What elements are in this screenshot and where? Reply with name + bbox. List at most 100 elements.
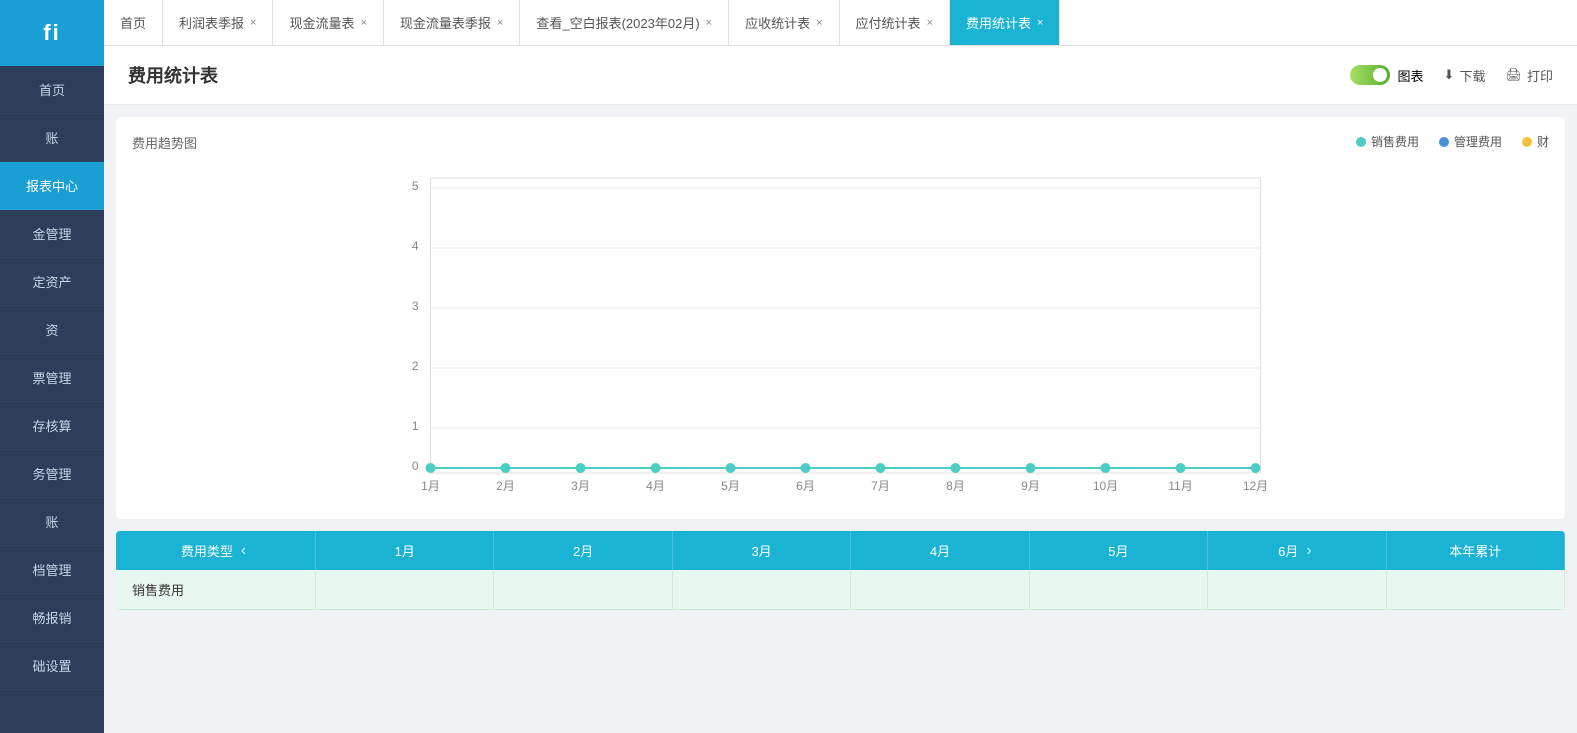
chart-svg-wrapper: 5 4 3 2 1 0 (132, 160, 1549, 503)
tab-receivable[interactable]: 应收统计表 × (729, 0, 839, 45)
col-month-4: 4月 (851, 531, 1029, 570)
row-m5 (1030, 570, 1208, 609)
svg-text:0: 0 (412, 459, 419, 473)
sidebar-item-expense[interactable]: 畅报销 (0, 594, 104, 642)
table-row: 销售费用 (116, 570, 1565, 610)
bottom-table: 费用类型 ‹ 1月 2月 3月 4月 5月 (116, 531, 1565, 610)
chart-point (1101, 463, 1111, 473)
tab-profit-quarterly[interactable]: 利润表季报 × (163, 0, 273, 45)
print-button[interactable]: 🖨 打印 (1505, 66, 1553, 85)
page-header: 费用统计表 图表 ⬇ 下载 🖨 打印 (104, 46, 1577, 105)
svg-text:7月: 7月 (871, 479, 890, 493)
legend-sales-label: 销售费用 (1371, 133, 1419, 150)
svg-text:8月: 8月 (946, 479, 965, 493)
chart-toggle[interactable] (1350, 65, 1390, 85)
chart-point (726, 463, 736, 473)
prev-arrow[interactable]: ‹ (237, 542, 250, 560)
tab-home[interactable]: 首页 (104, 0, 163, 45)
sidebar-item-home[interactable]: 首页 (0, 66, 104, 114)
svg-text:3月: 3月 (571, 479, 590, 493)
svg-text:3: 3 (412, 299, 419, 313)
tab-cashflow-quarterly[interactable]: 现金流量表季报 × (384, 0, 520, 45)
chart-point (951, 463, 961, 473)
row-m3 (673, 570, 851, 609)
page-title: 费用统计表 (128, 62, 218, 88)
main-area: 首页 利润表季报 × 现金流量表 × 现金流量表季报 × 查看_空白报表(202… (104, 0, 1577, 733)
row-ytd (1387, 570, 1565, 609)
legend-admin: 管理费用 (1439, 133, 1502, 150)
tab-blank-report-label: 查看_空白报表(2023年02月) (536, 13, 699, 32)
svg-text:2: 2 (412, 359, 419, 373)
sidebar-item-capital[interactable]: 资 (0, 306, 104, 354)
download-button[interactable]: ⬇ 下载 (1444, 66, 1486, 85)
sidebar-item-invoice[interactable]: 票管理 (0, 354, 104, 402)
sidebar-item-settings[interactable]: 础设置 (0, 642, 104, 690)
svg-text:6月: 6月 (796, 479, 815, 493)
legend-finance-label: 财 (1537, 133, 1549, 150)
tab-expense-label: 费用统计表 (966, 13, 1031, 32)
tab-bar: 首页 利润表季报 × 现金流量表 × 现金流量表季报 × 查看_空白报表(202… (104, 0, 1577, 46)
col-month-5: 5月 (1030, 531, 1208, 570)
print-label: 打印 (1527, 66, 1553, 85)
sidebar-item-assets[interactable]: 定资产 (0, 258, 104, 306)
col-ytd: 本年累计 (1387, 531, 1565, 570)
svg-text:1月: 1月 (421, 479, 440, 493)
tab-receivable-label: 应收统计表 (745, 13, 810, 32)
chart-title: 费用趋势图 (132, 133, 197, 152)
sidebar-logo: fi (0, 0, 104, 66)
sidebar-item-reports[interactable]: 报表中心 (0, 162, 104, 210)
header-actions: 图表 ⬇ 下载 🖨 打印 (1350, 65, 1553, 85)
sidebar-item-archive[interactable]: 档管理 (0, 546, 104, 594)
col-month-2: 2月 (494, 531, 672, 570)
tab-expense[interactable]: 费用统计表 × (950, 0, 1060, 45)
svg-text:5: 5 (412, 179, 419, 193)
tab-home-label: 首页 (120, 13, 146, 32)
svg-text:11月: 11月 (1168, 479, 1192, 493)
legend-admin-dot (1439, 137, 1449, 147)
row-type: 销售费用 (116, 570, 316, 609)
tab-payable-label: 应付统计表 (856, 13, 921, 32)
download-label: 下载 (1459, 66, 1485, 85)
legend-finance: 财 (1522, 133, 1549, 150)
svg-text:4月: 4月 (646, 479, 665, 493)
chart-point (426, 463, 436, 473)
chart-point (1026, 463, 1036, 473)
tab-cashflow[interactable]: 现金流量表 × (273, 0, 383, 45)
legend-admin-label: 管理费用 (1454, 133, 1502, 150)
tab-expense-close[interactable]: × (1037, 17, 1043, 29)
tab-payable-close[interactable]: × (927, 17, 933, 29)
tab-receivable-close[interactable]: × (816, 17, 822, 29)
sidebar-item-finance[interactable]: 金管理 (0, 210, 104, 258)
legend-finance-dot (1522, 137, 1532, 147)
tab-profit-quarterly-close[interactable]: × (250, 17, 256, 29)
tab-blank-report[interactable]: 查看_空白报表(2023年02月) × (520, 0, 729, 45)
col-month-1: 1月 (316, 531, 494, 570)
chart-point (1176, 463, 1186, 473)
tab-profit-quarterly-label: 利润表季报 (179, 13, 244, 32)
col-month-6: 6月 › (1208, 531, 1386, 570)
next-arrow[interactable]: › (1302, 542, 1315, 560)
svg-text:4: 4 (412, 239, 419, 253)
svg-text:5月: 5月 (721, 479, 740, 493)
row-m2 (494, 570, 672, 609)
table-header: 费用类型 ‹ 1月 2月 3月 4月 5月 (116, 531, 1565, 570)
legend-sales-dot (1356, 137, 1366, 147)
sidebar-item-ledger[interactable]: 账 (0, 498, 104, 546)
chart-svg: 5 4 3 2 1 0 (132, 160, 1549, 500)
svg-text:12月: 12月 (1243, 479, 1268, 493)
col-month-3: 3月 (673, 531, 851, 570)
tab-blank-report-close[interactable]: × (706, 17, 712, 29)
col-type: 费用类型 ‹ (116, 531, 316, 570)
sidebar-item-service[interactable]: 务管理 (0, 450, 104, 498)
chart-toggle-label: 图表 (1398, 66, 1424, 85)
tab-cashflow-quarterly-close[interactable]: × (497, 17, 503, 29)
tab-cashflow-close[interactable]: × (360, 17, 366, 29)
sidebar-item-account[interactable]: 账 (0, 114, 104, 162)
sidebar-item-inventory[interactable]: 存核算 (0, 402, 104, 450)
chart-legend: 销售费用 管理费用 财 (1356, 133, 1549, 150)
svg-text:2月: 2月 (496, 479, 515, 493)
chart-point (876, 463, 886, 473)
tab-payable[interactable]: 应付统计表 × (840, 0, 950, 45)
download-icon: ⬇ (1444, 67, 1455, 83)
chart-point (801, 463, 811, 473)
